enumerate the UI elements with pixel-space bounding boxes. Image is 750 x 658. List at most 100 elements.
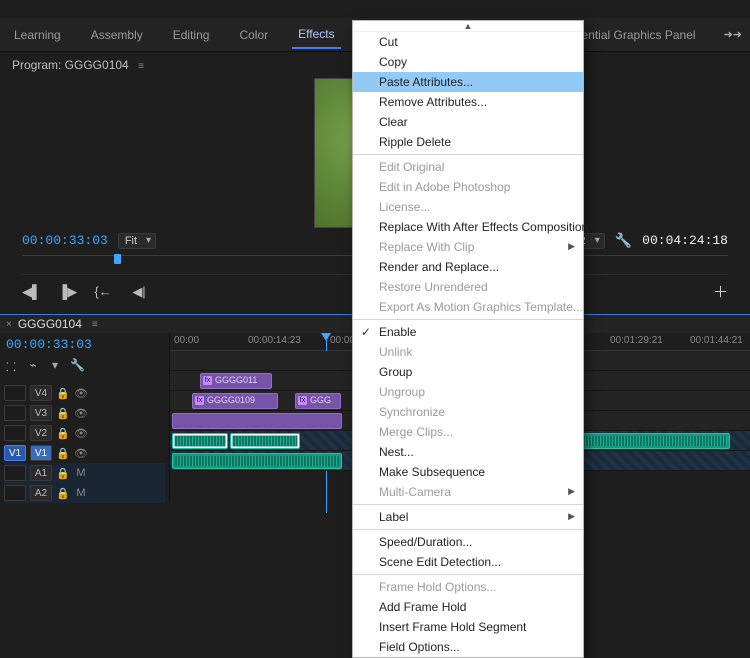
context-menu-item[interactable]: Nest... [353, 442, 583, 462]
snap-toggle-icon[interactable]: ⸬ [4, 358, 18, 375]
timeline-close-icon[interactable]: × [6, 319, 12, 330]
context-menu-item: Multi-Camera▶ [353, 482, 583, 502]
eye-icon[interactable]: 👁 [74, 407, 88, 420]
source-patch-v1[interactable]: V1 [4, 445, 26, 461]
step-back-button[interactable]: ◀| [130, 284, 148, 300]
audio-clip-selected[interactable] [230, 433, 300, 449]
source-patch-a2[interactable] [4, 485, 26, 501]
context-menu-item[interactable]: Clear [353, 112, 583, 132]
linked-selection-icon[interactable]: ⌁ [26, 358, 40, 375]
program-settings-icon[interactable]: 🔧 [615, 232, 632, 249]
mark-out-button[interactable]: ▐▶ [58, 284, 76, 300]
context-menu-item[interactable]: Field Options... [353, 637, 583, 657]
track-target-v2[interactable]: V2 [30, 425, 52, 441]
context-menu-item[interactable]: Group [353, 362, 583, 382]
fx-badge-icon: fx [203, 376, 212, 385]
add-transport-button[interactable]: ＋ [713, 281, 728, 302]
workspace-tab-learning[interactable]: Learning [8, 22, 67, 48]
fx-badge-icon: fx [195, 396, 204, 405]
submenu-arrow-icon: ▶ [568, 511, 575, 522]
context-menu-scroll-up-icon[interactable]: ▲ [353, 21, 583, 32]
program-duration: 00:04:24:18 [642, 233, 728, 248]
clip-label: GGG [310, 395, 331, 405]
context-menu-item: Synchronize [353, 402, 583, 422]
context-menu-item[interactable]: Add Frame Hold [353, 597, 583, 617]
mute-icon[interactable]: M [74, 487, 88, 499]
source-patch-a1[interactable] [4, 465, 26, 481]
marker-add-icon[interactable]: ▾ [48, 358, 62, 375]
lock-icon[interactable]: 🔒 [56, 447, 70, 460]
workspace-tab-assembly[interactable]: Assembly [85, 22, 149, 48]
clip-label: GGGG011 [215, 375, 257, 385]
mute-icon[interactable]: M [74, 467, 88, 479]
context-menu-item: License... [353, 197, 583, 217]
clip-label: GGGG0109 [207, 395, 255, 405]
sequence-menu-icon[interactable]: ≡ [92, 319, 98, 330]
source-patch-v2[interactable] [4, 425, 26, 441]
eye-icon[interactable]: 👁 [74, 427, 88, 440]
context-menu-item[interactable]: Make Subsequence [353, 462, 583, 482]
ruler-label: 00:01:44:21 [690, 335, 743, 346]
track-target-v4[interactable]: V4 [30, 385, 52, 401]
timeline-track-header: 00:00:33:03 ⸬ ⌁ ▾ 🔧 V4 🔒 👁 V3 🔒 👁 [0, 333, 170, 503]
go-to-in-button[interactable]: {← [94, 284, 112, 299]
lock-icon[interactable]: 🔒 [56, 387, 70, 400]
timeline-wrench-icon[interactable]: 🔧 [70, 358, 84, 375]
context-menu-item: Unlink [353, 342, 583, 362]
context-menu-item: Frame Hold Options... [353, 577, 583, 597]
context-menu-item[interactable]: Insert Frame Hold Segment [353, 617, 583, 637]
track-target-v1[interactable]: V1 [30, 445, 52, 461]
context-menu-item: Merge Clips... [353, 422, 583, 442]
eye-icon[interactable]: 👁 [74, 387, 88, 400]
ruler-label: 00:00:14:23 [248, 335, 301, 346]
context-menu-item[interactable]: Remove Attributes... [353, 92, 583, 112]
audio-clip[interactable] [172, 453, 342, 469]
lock-icon[interactable]: 🔒 [56, 427, 70, 440]
track-target-v3[interactable]: V3 [30, 405, 52, 421]
timeline-timecode[interactable]: 00:00:33:03 [4, 337, 165, 352]
context-menu-separator [353, 319, 583, 320]
mark-in-button[interactable]: ◀▌ [22, 284, 40, 300]
context-menu-separator [353, 529, 583, 530]
video-clip[interactable]: fx GGGG011 [200, 373, 272, 389]
clip-context-menu: ▲ CutCopyPaste Attributes...Remove Attri… [352, 20, 584, 658]
workspace-overflow-icon[interactable]: ➜➜ [724, 28, 742, 41]
source-patch-v4[interactable] [4, 385, 26, 401]
lock-icon[interactable]: 🔒 [56, 407, 70, 420]
context-menu-item[interactable]: Ripple Delete [353, 132, 583, 152]
context-menu-separator [353, 504, 583, 505]
track-target-a2[interactable]: A2 [30, 485, 52, 501]
source-patch-v3[interactable] [4, 405, 26, 421]
lock-icon[interactable]: 🔒 [56, 467, 70, 480]
workspace-tab-editing[interactable]: Editing [167, 22, 216, 48]
video-clip[interactable] [172, 413, 342, 429]
eye-icon[interactable]: 👁 [74, 447, 88, 460]
video-clip[interactable]: fx GGGG0109 [192, 393, 278, 409]
context-menu-item: Replace With Clip▶ [353, 237, 583, 257]
context-menu-item[interactable]: Speed/Duration... [353, 532, 583, 552]
workspace-tab-effects[interactable]: Effects [292, 21, 340, 49]
sequence-name: GGGG0104 [18, 317, 82, 331]
video-clip[interactable]: fx GGG [295, 393, 341, 409]
context-menu-item: Export As Motion Graphics Template... [353, 297, 583, 317]
context-menu-item[interactable]: Render and Replace... [353, 257, 583, 277]
audio-clip-selected[interactable] [172, 433, 228, 449]
check-icon: ✓ [361, 325, 371, 339]
context-menu-item: Edit in Adobe Photoshop [353, 177, 583, 197]
context-menu-item[interactable]: Scene Edit Detection... [353, 552, 583, 572]
program-zoom-fit-select[interactable]: Fit [118, 233, 156, 249]
program-timecode-current[interactable]: 00:00:33:03 [22, 233, 108, 248]
context-menu-item[interactable]: Label▶ [353, 507, 583, 527]
context-menu-item[interactable]: Enable✓ [353, 322, 583, 342]
ruler-label: 00:00 [174, 335, 199, 346]
track-header-v3: V3 🔒 👁 [4, 403, 165, 423]
track-header-v1: V1 V1 🔒 👁 [4, 443, 165, 463]
panel-menu-icon[interactable]: ≡ [138, 61, 144, 72]
track-target-a1[interactable]: A1 [30, 465, 52, 481]
context-menu-item[interactable]: Copy [353, 52, 583, 72]
lock-icon[interactable]: 🔒 [56, 487, 70, 500]
workspace-tab-color[interactable]: Color [233, 22, 274, 48]
context-menu-item[interactable]: Replace With After Effects Composition [353, 217, 583, 237]
context-menu-item[interactable]: Cut [353, 32, 583, 52]
context-menu-item[interactable]: Paste Attributes... [353, 72, 583, 92]
